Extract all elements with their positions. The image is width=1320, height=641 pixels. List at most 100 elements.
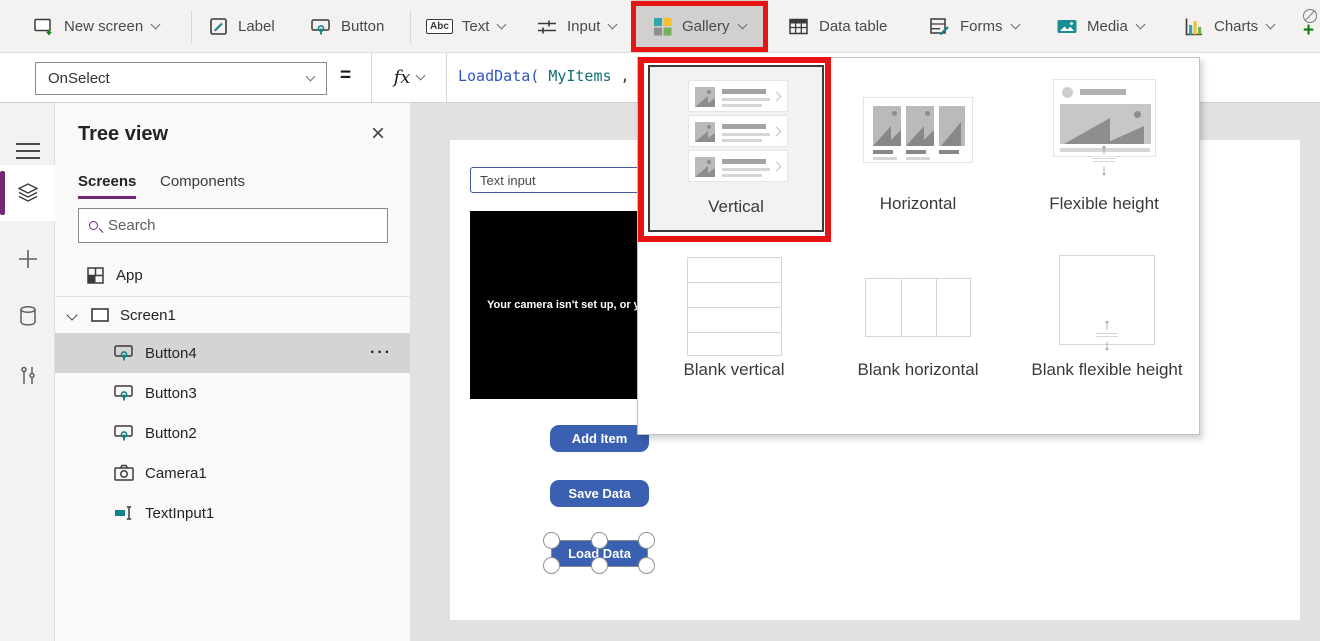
data-table-label: Data table	[819, 18, 887, 35]
tree-item-label: App	[116, 267, 143, 284]
button-icon	[310, 16, 332, 38]
vertical-gallery-row-icon	[688, 80, 788, 112]
plus-icon: +	[1303, 20, 1314, 41]
new-screen-icon	[33, 16, 55, 38]
forms-menu-button[interactable]: Forms	[929, 0, 1019, 53]
tree-item-label: Button3	[145, 385, 197, 402]
tab-components[interactable]: Components	[160, 173, 245, 190]
resize-arrows-icon: ↑↓	[1094, 318, 1120, 352]
label-icon	[208, 16, 229, 37]
advanced-tools-rail-button[interactable]	[0, 348, 55, 404]
button-button[interactable]: Button	[310, 0, 384, 53]
plus-icon	[16, 247, 40, 271]
resize-arrows-icon: ↑↓	[1091, 143, 1117, 177]
chevron-down-icon	[608, 20, 618, 30]
media-image-icon	[1056, 16, 1078, 38]
close-panel-button[interactable]: ×	[363, 119, 393, 149]
chevron-down-icon	[151, 20, 161, 30]
text-menu-label: Text	[462, 18, 490, 35]
insert-rail-button[interactable]	[0, 231, 55, 287]
button-button-label: Button	[341, 18, 384, 35]
database-icon	[16, 304, 40, 328]
gallery-icon	[652, 16, 673, 37]
gallery-option-label: Horizontal	[833, 192, 1003, 216]
text-abc-icon: Abc	[426, 19, 453, 34]
chevron-down-icon	[737, 20, 747, 30]
gallery-option-label: Vertical	[650, 195, 822, 219]
gallery-option-vertical[interactable]: Vertical	[648, 65, 824, 232]
selection-handle-top-left[interactable]	[543, 532, 560, 549]
tree-item-button4[interactable]: Button4 ···	[55, 333, 410, 373]
tree-item-button3[interactable]: Button3	[55, 373, 410, 413]
label-button-label: Label	[238, 18, 275, 35]
input-sliders-icon	[536, 16, 558, 38]
media-menu-button[interactable]: Media	[1056, 0, 1144, 53]
formula-input[interactable]: LoadData( MyItems ,	[458, 67, 630, 85]
app-icon	[85, 265, 106, 286]
formula-function: LoadData(	[458, 67, 548, 85]
forms-icon	[929, 16, 951, 38]
toolbar-separator	[410, 10, 411, 43]
active-indicator-bar	[0, 171, 5, 215]
chevron-right-icon	[772, 127, 782, 137]
gallery-menu-button[interactable]: Gallery	[652, 0, 746, 53]
tree-search-box	[78, 208, 388, 243]
selection-handle-top-right[interactable]	[638, 532, 655, 549]
canvas-save-data-button[interactable]: Save Data	[550, 480, 649, 507]
add-item-label: Add Item	[572, 431, 628, 446]
tree-item-screen1[interactable]: Screen1	[55, 297, 410, 333]
tree-item-label: Button4	[145, 345, 197, 362]
screen-icon	[90, 306, 110, 324]
property-selected-label: OnSelect	[48, 70, 110, 87]
selection-handle-bottom-center[interactable]	[591, 557, 608, 574]
tree-item-button2[interactable]: Button2	[55, 413, 410, 453]
tree-item-app[interactable]: App	[55, 255, 410, 295]
close-icon: ×	[371, 120, 385, 148]
selection-handle-top-center[interactable]	[591, 532, 608, 549]
new-screen-button[interactable]: New screen	[33, 0, 159, 53]
tab-screens[interactable]: Screens	[78, 173, 136, 190]
blank-vertical-icon	[687, 257, 782, 356]
gallery-option-label: Flexible height	[1019, 192, 1189, 216]
item-more-menu-button[interactable]: ···	[370, 344, 392, 362]
input-menu-button[interactable]: Input	[536, 0, 616, 53]
text-menu-button[interactable]: Abc Text	[426, 0, 505, 53]
tree-item-label: Camera1	[145, 465, 207, 482]
canvas-add-item-button[interactable]: Add Item	[550, 425, 649, 452]
toolbar-separator	[191, 10, 192, 43]
tree-item-label: Button2	[145, 425, 197, 442]
charts-bar-icon	[1183, 16, 1205, 38]
data-table-button[interactable]: Data table	[788, 0, 887, 53]
tree-item-label: TextInput1	[145, 505, 214, 522]
gallery-option-label: Blank horizontal	[833, 358, 1003, 382]
charts-menu-label: Charts	[1214, 18, 1258, 35]
charts-menu-button[interactable]: Charts	[1183, 0, 1274, 53]
text-input-value: Text input	[480, 173, 536, 188]
tree-item-label: Screen1	[120, 307, 176, 324]
tree-view-panel: Tree view × Screens Components App Scree…	[55, 103, 410, 641]
equals-sign: =	[340, 65, 351, 87]
fx-dropdown[interactable]: fx	[371, 53, 447, 102]
selection-handle-bottom-right[interactable]	[638, 557, 655, 574]
label-button[interactable]: Label	[208, 0, 275, 53]
gallery-menu-label: Gallery	[682, 18, 730, 35]
selection-handle-bottom-left[interactable]	[543, 557, 560, 574]
tools-icon	[16, 364, 40, 388]
chevron-right-icon	[772, 92, 782, 102]
tree-item-textinput1[interactable]: TextInput1	[55, 493, 410, 533]
layers-icon	[16, 181, 40, 205]
search-input[interactable]	[108, 217, 338, 234]
chevron-down-icon	[1266, 20, 1276, 30]
save-data-label: Save Data	[568, 486, 630, 501]
forms-menu-label: Forms	[960, 18, 1003, 35]
formula-argument: MyItems	[548, 67, 611, 85]
tree-item-camera1[interactable]: Camera1	[55, 453, 410, 493]
fx-icon: fx	[394, 67, 411, 88]
data-table-icon	[788, 16, 810, 38]
text-input-icon	[113, 502, 135, 524]
property-selector[interactable]: OnSelect	[35, 62, 327, 95]
data-sources-rail-button[interactable]	[0, 288, 55, 344]
tree-view-rail-button[interactable]	[0, 165, 55, 221]
vertical-gallery-row-icon	[688, 115, 788, 147]
partial-toolbar-item[interactable]: +	[1303, 9, 1317, 41]
